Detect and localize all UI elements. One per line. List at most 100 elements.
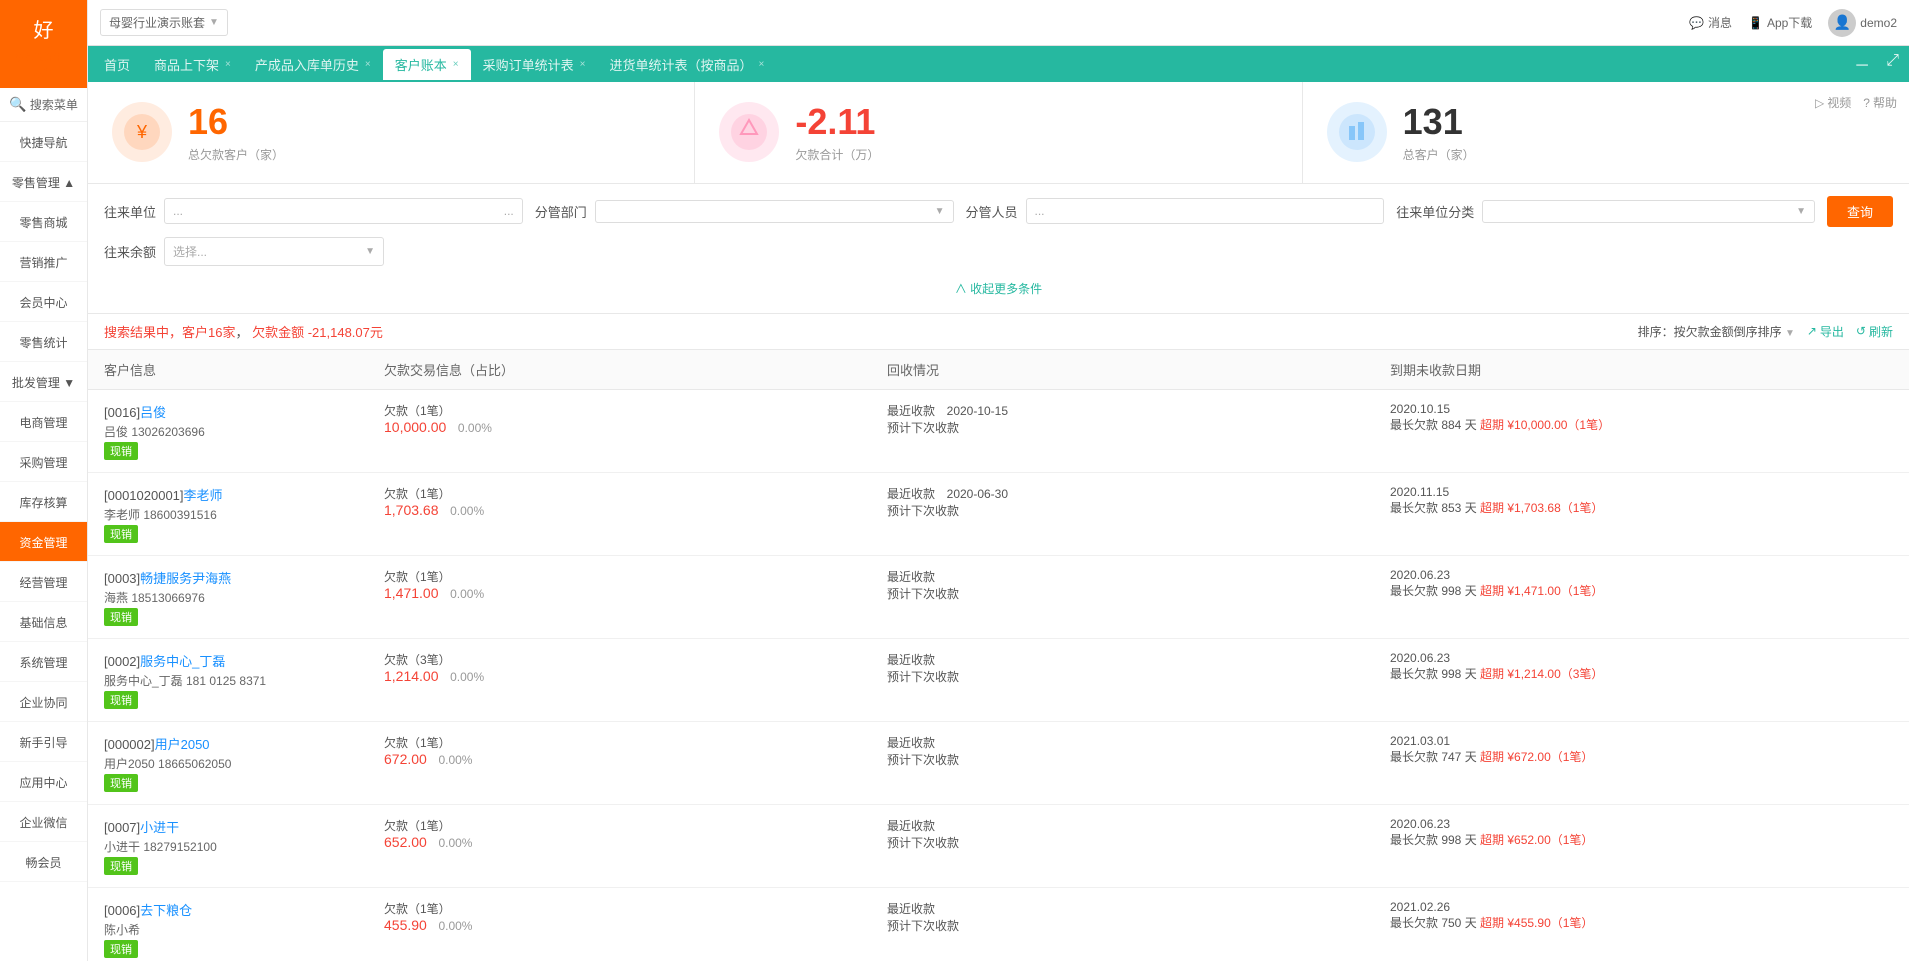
source-unit-label: 往来单位 [104,202,156,221]
sidebar-item-member-plus[interactable]: 畅会员 [0,842,87,882]
close-tab-product-offline-icon[interactable]: × [225,59,231,70]
customer-name-4[interactable]: [000002]用户2050 [104,734,384,753]
recovery-info-5: 最近收款 预计下次收款 [887,817,1390,851]
search-menu-item[interactable]: 🔍 搜索菜单 [0,88,87,122]
sidebar-item-app-center[interactable]: 应用中心 [0,762,87,802]
sidebar-item-ecommerce[interactable]: 电商管理 [0,402,87,442]
dept-select[interactable]: ▼ [595,200,954,223]
sidebar-item-operations[interactable]: 经营管理 [0,562,87,602]
customer-name-6[interactable]: [0006]去下粮仓 [104,900,384,919]
close-tab-product-history-icon[interactable]: × [365,59,371,70]
refresh-button[interactable]: ↺ 刷新 [1856,323,1893,340]
customer-name-1[interactable]: [0001020001]李老师 [104,485,384,504]
debt-info-1: 欠款（1笔） 1,703.68 0.00% [384,485,887,518]
stat-info-amount: -2.11 欠款合计（万） [795,102,879,163]
close-tab-purchase-order-icon[interactable]: × [580,59,586,70]
overdue-link-6[interactable]: 超期 ¥455.90（1笔） [1480,916,1593,930]
overdue-info-2: 2020.06.23 最长欠款 998 天 超期 ¥1,471.00（1笔） [1390,568,1893,599]
overdue-info-1: 2020.11.15 最长欠款 853 天 超期 ¥1,703.68（1笔） [1390,485,1893,516]
sidebar-item-enterprise[interactable]: 企业协同 [0,682,87,722]
tab-inventory-stats[interactable]: 进货单统计表（按商品） × [597,49,776,80]
app-download-label: App下载 [1767,14,1812,31]
overdue-link-1[interactable]: 超期 ¥1,703.68（1笔） [1480,501,1603,515]
user-profile[interactable]: 👤 demo2 [1828,9,1897,37]
tab-purchase-order[interactable]: 采购订单统计表 × [471,49,598,80]
tab-product-offline-label: 商品上下架 [154,55,219,74]
overdue-info-4: 2021.03.01 最长欠款 747 天 超期 ¥672.00（1笔） [1390,734,1893,765]
collapse-button[interactable]: ∧ 收起更多条件 [955,282,1042,296]
customer-name-2[interactable]: [0003]畅捷服务尹海燕 [104,568,384,587]
recovery-info-6: 最近收款 预计下次收款 [887,900,1390,934]
username: demo2 [1860,16,1897,30]
debt-percent-5: 0.00% [438,836,472,850]
overdue-link-5[interactable]: 超期 ¥652.00（1笔） [1480,833,1593,847]
sidebar-logo[interactable]: 好 畅捷通好生意 示范 [0,0,87,88]
sidebar-item-newcomer[interactable]: 新手引导 [0,722,87,762]
overdue-info-3: 2020.06.23 最长欠款 998 天 超期 ¥1,214.00（3笔） [1390,651,1893,682]
customer-phone-3: 服务中心_丁磊 181 0125 8371 [104,672,384,689]
results-debt-text: 欠款金额 -21,148.07元 [252,325,383,340]
sidebar-item-basic-info[interactable]: 基础信息 [0,602,87,642]
debt-label-2: 欠款（1笔） [384,568,887,585]
category-chevron-icon: ▼ [1796,206,1806,217]
video-icon: ▷ [1815,96,1824,110]
recovery-info-1: 最近收款 2020-06-30 预计下次收款 [887,485,1390,519]
sidebar-item-finance[interactable]: 资金管理 [0,522,87,562]
brand-name: 畅捷通好生意 [4,52,83,65]
recovery-sub-4: 预计下次收款 [887,751,1390,768]
overdue-detail-4: 最长欠款 747 天 超期 ¥672.00（1笔） [1390,748,1893,765]
tab-product-offline[interactable]: 商品上下架 × [142,49,243,80]
debt-amount-0: 10,000.00 [384,419,446,435]
customer-name-3[interactable]: [0002]服务中心_丁磊 [104,651,384,670]
debt-label-1: 欠款（1笔） [384,485,887,502]
search-menu-label: 搜索菜单 [30,98,78,112]
stat-info-overdue: 16 总欠款客户（家） [188,102,284,163]
debt-amount-6: 455.90 [384,917,427,933]
tab-product-history[interactable]: 产成品入库单历史 × [243,49,383,80]
debt-row-6: 455.90 0.00% [384,917,887,933]
help-button[interactable]: ? 帮助 [1863,94,1897,111]
sidebar-item-member[interactable]: 会员中心 [0,282,87,322]
customer-name-5[interactable]: [0007]小进干 [104,817,384,836]
tab-maximize-button[interactable]: ⤢ [1880,50,1905,78]
sidebar-item-quick-nav[interactable]: 快捷导航 [0,122,87,162]
balance-select[interactable]: 选择... ▼ [164,237,384,266]
category-select[interactable]: ▼ [1482,200,1815,223]
overdue-link-0[interactable]: 超期 ¥10,000.00（1笔） [1480,418,1610,432]
sidebar-item-retail-mall[interactable]: 零售商城 [0,202,87,242]
overdue-link-2[interactable]: 超期 ¥1,471.00（1笔） [1480,584,1603,598]
source-unit-input[interactable]: ... [164,198,523,224]
customer-name-0[interactable]: [0016]吕俊 [104,402,384,421]
customer-tag-5: 现销 [104,857,138,875]
message-button[interactable]: 💬 消息 [1689,14,1732,31]
recovery-info-0: 最近收款 2020-10-15 预计下次收款 [887,402,1390,436]
search-button[interactable]: 查询 [1827,196,1893,227]
sidebar-item-purchase[interactable]: 采购管理 [0,442,87,482]
sidebar-item-system[interactable]: 系统管理 [0,642,87,682]
sidebar-item-inventory[interactable]: 库存核算 [0,482,87,522]
video-help-button[interactable]: ▷ 视频 [1815,94,1851,111]
tab-customer-account-label: 客户账本 [395,55,447,74]
results-actions: 排序：按欠款金额倒序排序 ▼ ↗ 导出 ↺ 刷新 [1638,323,1893,340]
sort-chevron-icon[interactable]: ▼ [1785,328,1795,339]
tab-customer-account[interactable]: 客户账本 × [383,49,471,80]
customer-info-0: [0016]吕俊 吕俊 13026203696 现销 [104,402,384,460]
sidebar-item-retail-mgmt[interactable]: 零售管理 ▲ [0,162,87,202]
sidebar-item-marketing[interactable]: 营销推广 [0,242,87,282]
shop-selector[interactable]: 母婴行业演示账套 ▼ [100,9,228,36]
sidebar-item-wechat[interactable]: 企业微信 [0,802,87,842]
customer-info-2: [0003]畅捷服务尹海燕 海燕 18513066976 现销 [104,568,384,626]
debt-label-4: 欠款（1笔） [384,734,887,751]
filter-row-1: 往来单位 ... 分管部门 ▼ 分管人员 [104,196,1893,227]
overdue-link-4[interactable]: 超期 ¥672.00（1笔） [1480,750,1593,764]
close-tab-customer-account-icon[interactable]: × [453,59,459,70]
close-tab-inventory-stats-icon[interactable]: × [758,59,764,70]
app-download-button[interactable]: 📱 App下载 [1748,14,1812,31]
sidebar-item-retail-stats[interactable]: 零售统计 [0,322,87,362]
tab-minimize-button[interactable]: － [1848,50,1876,78]
sidebar-item-batch-mgmt[interactable]: 批发管理 ▼ [0,362,87,402]
person-input[interactable]: ... [1026,198,1385,224]
overdue-link-3[interactable]: 超期 ¥1,214.00（3笔） [1480,667,1603,681]
export-button[interactable]: ↗ 导出 [1807,323,1844,340]
tab-home[interactable]: 首页 [92,49,142,80]
